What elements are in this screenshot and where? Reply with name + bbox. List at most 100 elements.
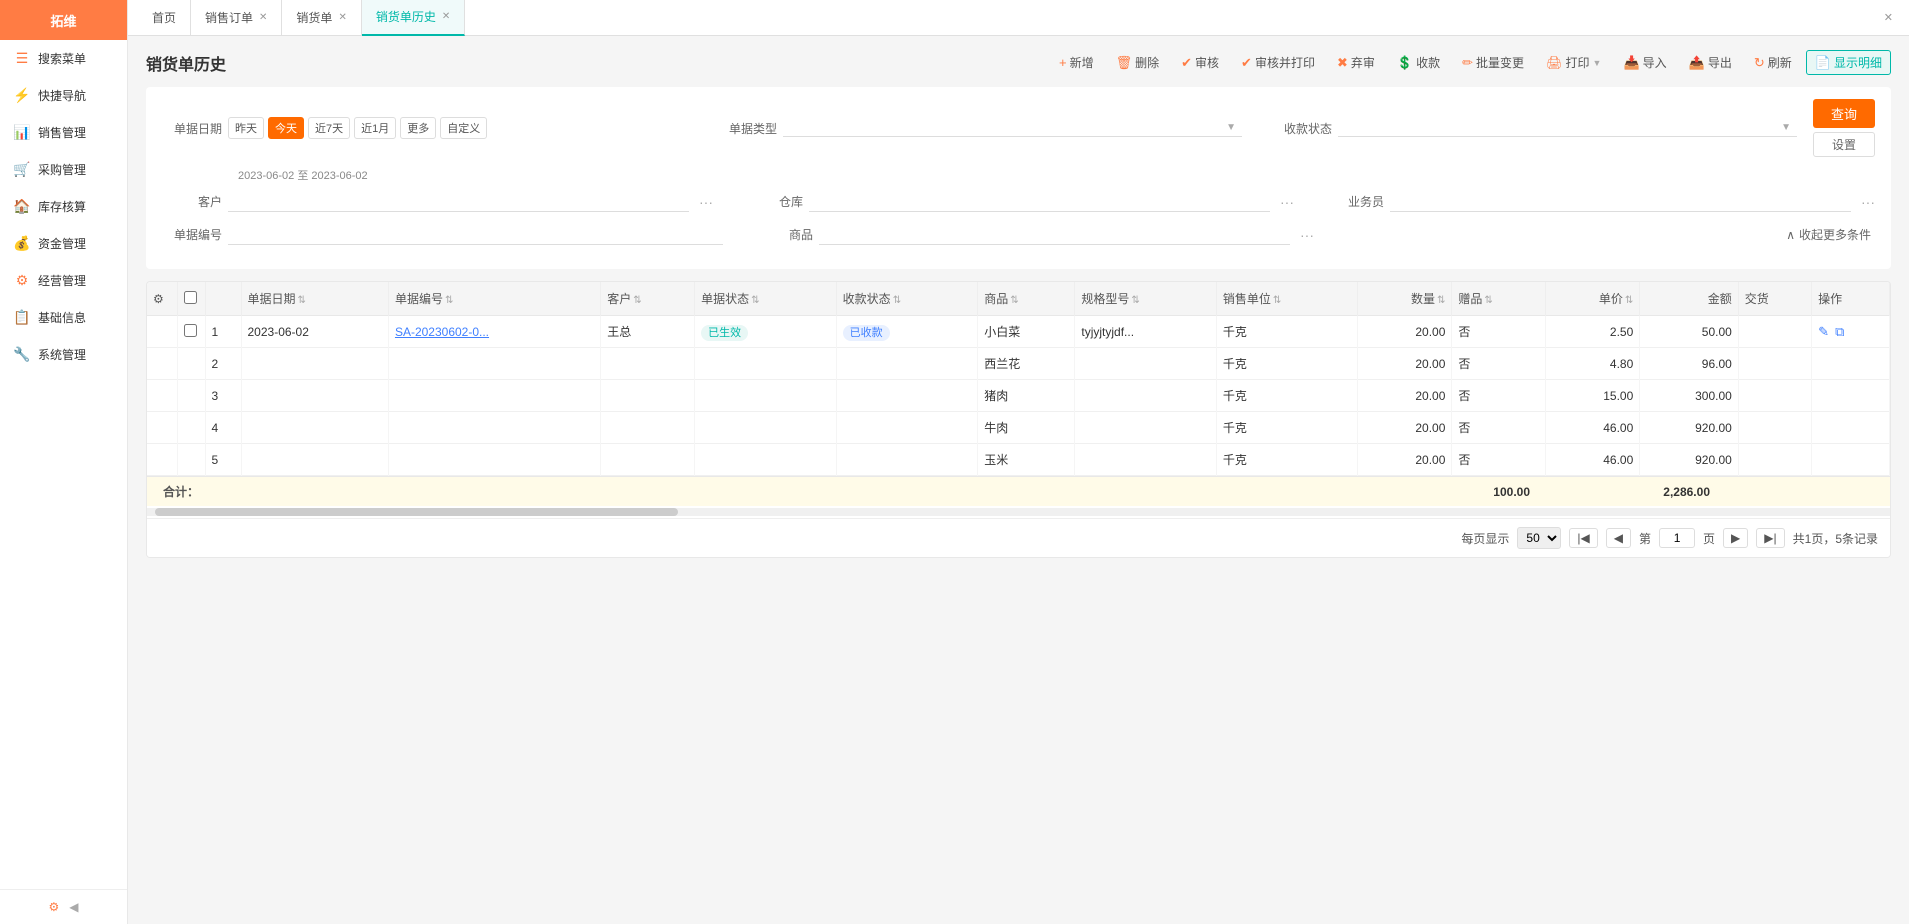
footer-label: 合计： [147, 483, 307, 500]
date-btn-1month[interactable]: 近1月 [354, 117, 396, 139]
sidebar-settings-icon[interactable]: ⚙ [49, 900, 60, 914]
audit-print-button[interactable]: ✔ 审核并打印 [1233, 50, 1323, 75]
sidebar-item-inventory[interactable]: 🏠 库存核算 [0, 188, 127, 225]
last-page-button[interactable]: ▶| [1756, 528, 1784, 548]
row2-docstatus [695, 348, 837, 380]
row1-spec: tyjyjtyjdf... [1075, 316, 1217, 348]
sidebar-item-quick-nav[interactable]: ⚡ 快捷导航 [0, 77, 127, 114]
sales-mgmt-icon: 📊 [14, 125, 30, 141]
import-label: 导入 [1643, 54, 1667, 71]
print-icon: 🖨 [1546, 55, 1563, 71]
tab-sales-order-close[interactable]: ✕ [259, 12, 267, 23]
row5-unit: 千克 [1216, 444, 1358, 476]
col-docno-label: 单据编号 [395, 292, 443, 306]
tab-sales-history[interactable]: 销货单历史 ✕ [362, 0, 465, 36]
sidebar-item-finance-mgmt[interactable]: 💰 资金管理 [0, 225, 127, 262]
sidebar-item-ops-mgmt[interactable]: ⚙ 经营管理 [0, 262, 127, 299]
export-button[interactable]: 📤 导出 [1681, 50, 1740, 75]
goods-input[interactable] [819, 224, 1290, 245]
refresh-button[interactable]: ↻ 刷新 [1746, 50, 1800, 75]
tab-sales-delivery-close[interactable]: ✕ [338, 12, 346, 23]
collapse-label: 收起更多条件 [1799, 226, 1871, 243]
import-button[interactable]: 📥 导入 [1615, 50, 1674, 75]
warehouse-picker-icon[interactable]: ··· [1280, 194, 1294, 210]
collect-status-dropdown-icon: ▼ [1781, 122, 1791, 133]
col-settings[interactable]: ⚙ [147, 282, 177, 316]
row3-goods: 猪肉 [978, 380, 1075, 412]
row1-amount: 50.00 [1640, 316, 1739, 348]
next-page-button[interactable]: ▶ [1723, 528, 1748, 548]
row1-select[interactable] [184, 324, 197, 337]
salesperson-input[interactable] [1390, 191, 1851, 212]
tab-sales-history-close[interactable]: ✕ [442, 11, 450, 22]
sidebar-collapse-icon[interactable]: ◀ [69, 900, 78, 914]
prev-page-button[interactable]: ◀ [1606, 528, 1631, 548]
collect-status-select[interactable]: ▼ [1338, 119, 1797, 137]
row5-goods: 玉米 [978, 444, 1075, 476]
row1-edit-icon[interactable]: ✎ [1818, 324, 1829, 340]
sidebar-item-basic-info[interactable]: 📋 基础信息 [0, 299, 127, 336]
row2-transaction [1738, 348, 1811, 380]
date-btn-yesterday[interactable]: 昨天 [228, 117, 264, 139]
tab-sales-delivery[interactable]: 销货单 ✕ [282, 0, 361, 36]
warehouse-input[interactable] [809, 191, 1270, 212]
batch-change-button[interactable]: ✏ 批量变更 [1454, 50, 1532, 75]
goods-picker-icon[interactable]: ··· [1300, 227, 1314, 243]
row4-transaction [1738, 412, 1811, 444]
salesperson-picker-icon[interactable]: ··· [1861, 194, 1875, 210]
col-unit: 销售单位⇅ [1216, 282, 1358, 316]
doc-no-input[interactable] [228, 224, 723, 245]
col-transaction-label: 交货 [1745, 292, 1769, 306]
horizontal-scrollbar[interactable] [147, 508, 1890, 516]
page-title: 销货单历史 [146, 51, 226, 75]
row4-spec [1075, 412, 1217, 444]
show-detail-button[interactable]: 📄 显示明细 [1806, 50, 1891, 75]
select-all-checkbox[interactable] [184, 291, 197, 304]
page-number-input[interactable] [1659, 528, 1695, 548]
export-icon: 📤 [1689, 55, 1705, 71]
sidebar-item-sales-mgmt[interactable]: 📊 销售管理 [0, 114, 127, 151]
filter-row-2: 客户 ··· 仓库 ··· 业务员 ··· [162, 191, 1875, 212]
sidebar-item-search-menu[interactable]: ☰ 搜索菜单 [0, 40, 127, 77]
date-btn-7days[interactable]: 近7天 [308, 117, 350, 139]
col-checkbox [177, 282, 205, 316]
collapse-button[interactable]: ∧ 收起更多条件 [1782, 222, 1875, 247]
first-page-button[interactable]: |◀ [1569, 528, 1597, 548]
row1-action-icons: ✎ ⧉ [1818, 324, 1883, 340]
customer-picker-icon[interactable]: ··· [699, 194, 713, 210]
filter-collect-status: 收款状态 ▼ [1272, 119, 1797, 137]
doc-type-select[interactable]: ▼ [783, 119, 1242, 137]
pagination-bar: 每页显示 50 |◀ ◀ 第 页 ▶ ▶| 共1页，5条记录 [147, 518, 1890, 557]
print-button[interactable]: 🖨 打印 ▼ [1538, 50, 1609, 75]
import-icon: 📥 [1623, 55, 1639, 71]
col-unitprice: 单价⇅ [1546, 282, 1640, 316]
date-btn-more[interactable]: 更多 [400, 117, 436, 139]
date-btn-custom[interactable]: 自定义 [440, 117, 487, 139]
audit-button[interactable]: ✔ 审核 [1173, 50, 1227, 75]
tab-sales-order[interactable]: 销售订单 ✕ [191, 0, 282, 36]
settings-button[interactable]: 设置 [1813, 132, 1875, 157]
row1-docno-link[interactable]: SA-20230602-0... [395, 325, 489, 339]
date-btn-today[interactable]: 今天 [268, 117, 304, 139]
tab-home[interactable]: 首页 [138, 0, 191, 36]
row2-goods: 西兰花 [978, 348, 1075, 380]
scroll-thumb[interactable] [155, 508, 678, 516]
page-size-select[interactable]: 50 [1517, 527, 1561, 549]
query-button[interactable]: 查询 [1813, 99, 1875, 128]
sidebar-item-purchase-mgmt[interactable]: 🛒 采购管理 [0, 151, 127, 188]
sidebar-logo: 拓维 [0, 0, 127, 40]
table-row: 5 玉米 千克 20.00 否 46.00 920.00 [147, 444, 1890, 476]
customer-input[interactable] [228, 191, 689, 212]
row3-checkbox [177, 380, 205, 412]
row4-unit: 千克 [1216, 412, 1358, 444]
sidebar-item-sys-mgmt[interactable]: 🔧 系统管理 [0, 336, 127, 373]
goods-label: 商品 [753, 226, 813, 243]
row1-docstatus: 已生效 [695, 316, 837, 348]
add-button[interactable]: + 新增 [1051, 50, 1102, 75]
row1-copy-icon[interactable]: ⧉ [1835, 324, 1844, 340]
delete-button[interactable]: 🗑 删除 [1108, 50, 1168, 75]
close-all-tabs[interactable]: ✕ [1878, 9, 1899, 26]
collapse-icon: ∧ [1786, 228, 1795, 242]
collect-button[interactable]: 💲 收款 [1389, 50, 1448, 75]
abandon-button[interactable]: ✖ 弃审 [1329, 50, 1383, 75]
